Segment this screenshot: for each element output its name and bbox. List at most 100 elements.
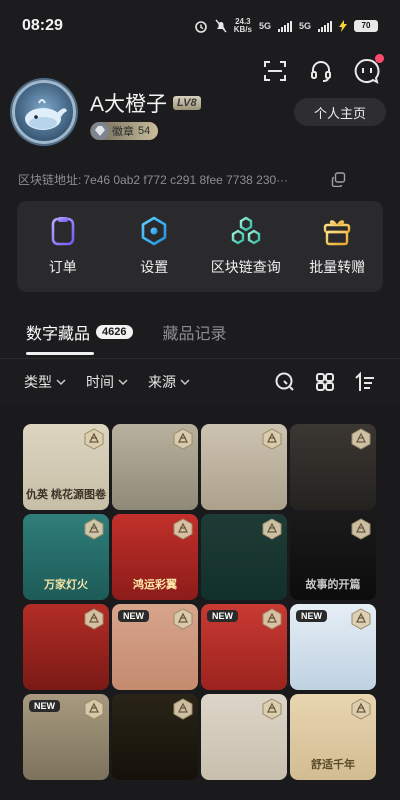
phoenix-card[interactable]: 鸿运彩翼 xyxy=(112,514,198,600)
brand-logo-icon xyxy=(172,518,194,540)
batch-gift-action[interactable]: 批量转赠 xyxy=(292,216,382,277)
blockchain-icon xyxy=(231,216,260,245)
card-caption: 舒适千年 xyxy=(311,759,355,771)
network-type-1: 5G xyxy=(258,21,271,31)
tab-digital-collections[interactable]: 数字藏品 4626 xyxy=(26,320,133,344)
brand-logo-icon xyxy=(172,428,194,450)
avatar[interactable] xyxy=(12,80,76,144)
card-caption: 鸿运彩翼 xyxy=(133,579,177,591)
username: A大橙子 xyxy=(90,93,168,116)
homepage-button[interactable]: 个人主页 xyxy=(294,98,386,126)
gold-coin-horse-card[interactable] xyxy=(23,604,109,690)
brand-logo-icon xyxy=(172,608,194,630)
network-type-2: 5G xyxy=(298,21,311,31)
filter-source-label: 来源 xyxy=(148,374,176,390)
gold-token-card[interactable]: NEW xyxy=(23,694,109,780)
chevron-down-icon xyxy=(56,379,66,385)
search-icon[interactable] xyxy=(274,371,296,393)
buddha-statue-card[interactable]: 舒适千年 xyxy=(290,694,376,780)
new-badge: NEW xyxy=(207,610,238,622)
gem-icon xyxy=(91,122,109,140)
badge-count: 54 xyxy=(138,125,151,137)
brand-logo-icon xyxy=(350,428,372,450)
orders-action[interactable]: 订单 xyxy=(18,216,108,277)
filter-time-label: 时间 xyxy=(86,374,114,390)
messages-button[interactable] xyxy=(354,54,384,84)
active-tab-indicator xyxy=(26,352,94,355)
fan-painting-card[interactable] xyxy=(112,424,198,510)
battery-icon: 70 xyxy=(354,20,378,32)
brand-logo-icon xyxy=(261,518,283,540)
customer-service-button[interactable] xyxy=(308,58,334,84)
grid-view-icon[interactable] xyxy=(314,371,336,393)
signal-icon-2 xyxy=(318,20,332,32)
collection-tabs: 数字藏品 4626 藏品记录 xyxy=(26,320,227,344)
brand-logo-icon xyxy=(261,698,283,720)
brand-logo-icon xyxy=(172,698,194,720)
charging-icon xyxy=(339,20,347,32)
blockchain-address: 7e46 0ab2 f772 c291 8fee 7738 230··· xyxy=(83,172,289,187)
filter-type[interactable]: 类型 xyxy=(24,372,66,392)
mute-icon xyxy=(215,19,227,33)
brand-logo-icon xyxy=(261,428,283,450)
collection-grid: 仇英 桃花源图卷万家灯火 鸿运彩翼 故事的开篇 NEW NEW NEW NEW 舒适千年 xyxy=(23,424,376,780)
painting-scroll-card[interactable]: 仇英 桃花源图卷 xyxy=(23,424,109,510)
brand-logo-icon xyxy=(350,608,372,630)
brand-logo-icon xyxy=(83,518,105,540)
status-icons: 24.3 KB/s 5G 5G 70 xyxy=(194,18,378,34)
blockchain-address-label: 区块链地址: xyxy=(18,173,82,187)
net-speed: 24.3 KB/s xyxy=(234,18,252,34)
quick-actions-panel: 订单 设置 区块链查询 批量转赠 xyxy=(17,201,383,292)
chevron-down-icon xyxy=(118,379,128,385)
gold-astrolabe-card[interactable] xyxy=(112,694,198,780)
blockchain-query-action[interactable]: 区块链查询 xyxy=(201,216,291,277)
tab-digital-collections-label: 数字藏品 xyxy=(26,326,91,343)
sort-icon[interactable] xyxy=(354,371,376,393)
status-time: 08:29 xyxy=(22,17,63,34)
whale-avatar-icon xyxy=(25,99,67,130)
red-stamp-card[interactable]: NEW xyxy=(201,604,287,690)
gift-icon xyxy=(324,220,351,246)
filter-time[interactable]: 时间 xyxy=(86,372,128,392)
order-icon xyxy=(51,217,75,246)
batch-gift-label: 批量转赠 xyxy=(309,259,366,275)
scan-icon xyxy=(264,61,286,81)
long-scroll-card[interactable] xyxy=(201,424,287,510)
filter-type-label: 类型 xyxy=(24,374,52,390)
copy-icon[interactable] xyxy=(331,172,346,187)
username-row: A大橙子 LV8 xyxy=(90,88,201,118)
bronze-medal-card[interactable]: NEW xyxy=(112,604,198,690)
pixel-fox-medal-card[interactable] xyxy=(201,694,287,780)
new-badge: NEW xyxy=(29,700,60,712)
filter-source[interactable]: 来源 xyxy=(148,372,190,392)
brand-logo-icon xyxy=(261,608,283,630)
new-badge: NEW xyxy=(118,610,149,622)
tabs-divider xyxy=(0,358,400,359)
net-speed-unit: KB/s xyxy=(233,25,252,34)
settings-icon xyxy=(141,216,167,246)
header-actions xyxy=(262,54,384,84)
golden-rabbit-card[interactable] xyxy=(201,514,287,600)
hanging-scroll-card[interactable] xyxy=(290,424,376,510)
brand-logo-icon xyxy=(83,608,105,630)
card-caption: 故事的开篇 xyxy=(305,579,361,591)
tab-collection-records[interactable]: 藏品记录 xyxy=(163,320,227,344)
new-badge: NEW xyxy=(296,610,327,622)
lantern-card[interactable]: 万家灯火 xyxy=(23,514,109,600)
alarm-icon xyxy=(194,21,207,33)
brand-logo-icon xyxy=(83,698,105,720)
golden-key-card[interactable]: 故事的开篇 xyxy=(290,514,376,600)
level-badge: LV8 xyxy=(173,96,201,110)
view-tools xyxy=(274,371,376,393)
badge-count-pill[interactable]: 徽章 54 xyxy=(90,122,159,140)
settings-action[interactable]: 设置 xyxy=(109,216,199,277)
brand-logo-icon xyxy=(350,518,372,540)
card-caption: 万家灯火 xyxy=(44,579,88,591)
status-bar: 08:29 24.3 KB/s 5G 5G 70 xyxy=(0,0,400,52)
collection-count-badge: 4626 xyxy=(96,325,133,339)
badge-label: 徽章 xyxy=(112,126,134,138)
scan-button[interactable] xyxy=(262,58,288,84)
brand-logo-icon xyxy=(83,428,105,450)
blue-temple-card[interactable]: NEW xyxy=(290,604,376,690)
blockchain-query-label: 区块链查询 xyxy=(210,259,281,275)
